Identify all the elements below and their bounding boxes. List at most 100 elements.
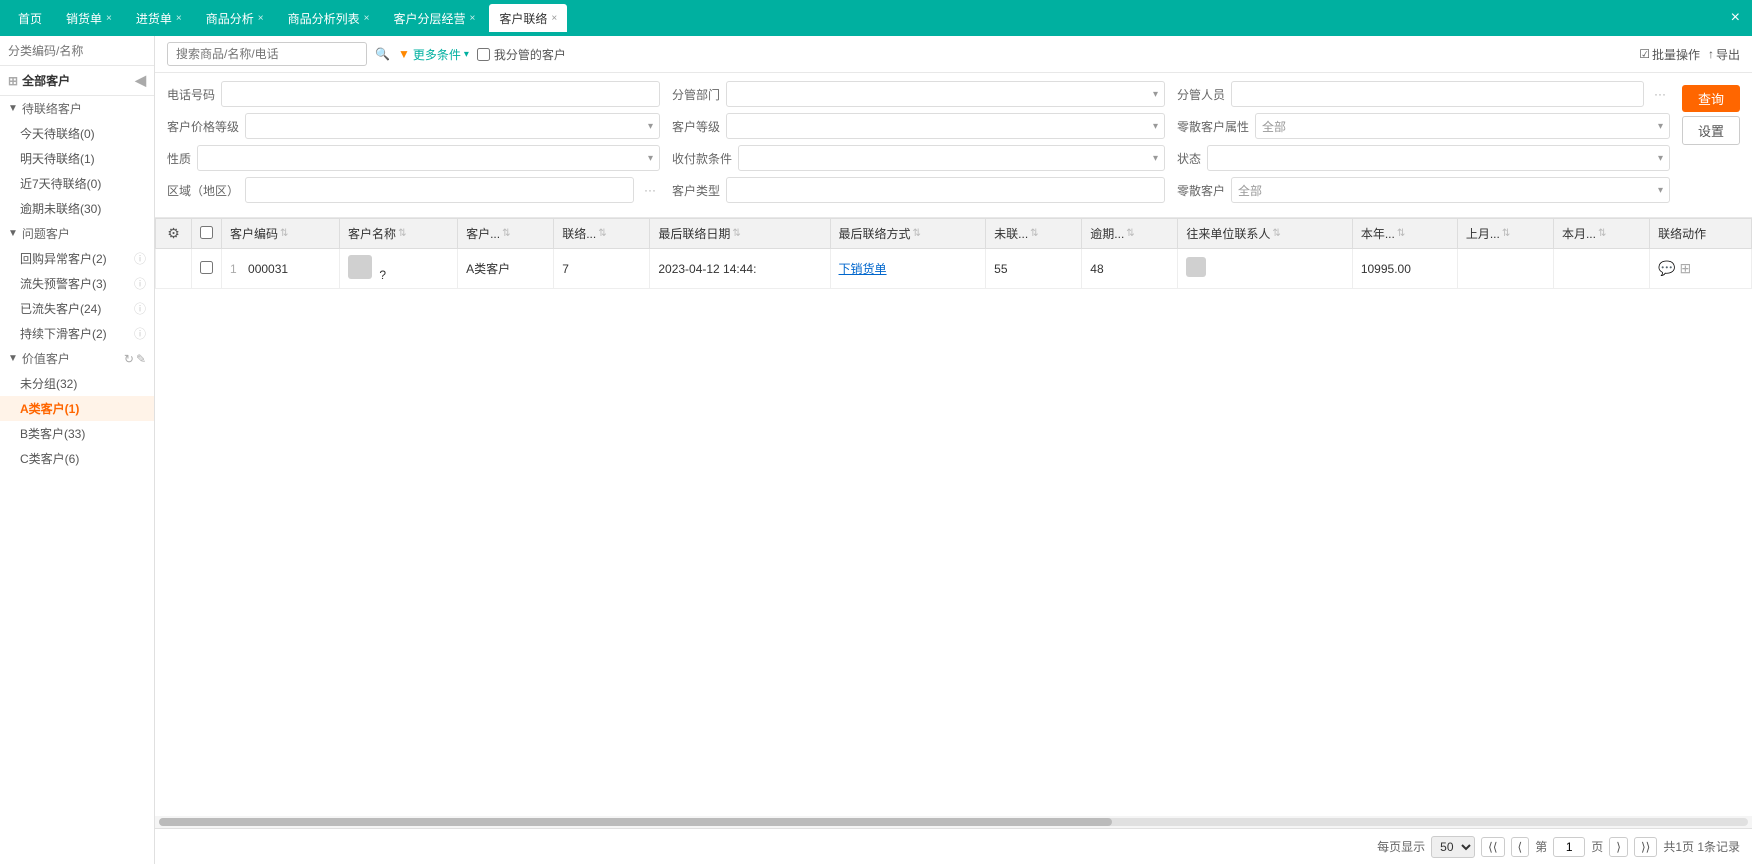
sidebar-collapse-btn[interactable]: ◀ xyxy=(135,72,146,89)
sidebar-header: ⊞ 全部客户 ◀ xyxy=(0,66,154,96)
cust-grade-select[interactable]: ▾ xyxy=(726,113,1165,139)
nav-home[interactable]: 首页 xyxy=(8,4,52,32)
th-action: 联络动作 xyxy=(1650,219,1752,249)
sidebar-item-b-class[interactable]: B类客户(33) xyxy=(0,421,154,446)
filter-search-input[interactable] xyxy=(167,42,367,66)
phone-input[interactable] xyxy=(221,81,660,107)
th-last-date: 最后联络日期 ⇅ xyxy=(650,219,830,249)
chevron-retail-icon: ▾ xyxy=(1658,121,1663,132)
sidebar-item-churn-warning[interactable]: 流失预警客户(3) ⓘ xyxy=(0,271,154,296)
nav-analysis[interactable]: 商品分析 × xyxy=(196,4,274,32)
filter-search-icon[interactable]: 🔍 xyxy=(375,47,390,61)
retail-attr-select[interactable]: 全部 ▾ xyxy=(1255,113,1670,139)
close-contact-icon[interactable]: × xyxy=(551,13,557,24)
nav-purchase[interactable]: 进货单 × xyxy=(126,4,192,32)
chat-action-icon[interactable]: 💬 xyxy=(1658,260,1675,277)
query-btn[interactable]: 查询 xyxy=(1682,85,1740,112)
window-close-btn[interactable]: × xyxy=(1727,5,1744,31)
th-this-month: 本月... ⇅ xyxy=(1553,219,1649,249)
payment-select[interactable]: ▾ xyxy=(738,145,1165,171)
more-conditions-btn[interactable]: ▼ 更多条件 ▾ xyxy=(398,46,469,63)
per-page-select[interactable]: 50 xyxy=(1431,836,1475,858)
sidebar-search-input[interactable] xyxy=(8,44,155,58)
close-tier-icon[interactable]: × xyxy=(469,13,475,24)
sidebar-item-ungrouped[interactable]: 未分组(32) xyxy=(0,371,154,396)
horizontal-scrollbar[interactable] xyxy=(155,816,1752,828)
row-check-cell[interactable] xyxy=(192,249,222,289)
section-problem-title[interactable]: ▼ 问题客户 xyxy=(0,221,154,246)
close-analysis-icon[interactable]: × xyxy=(258,13,264,24)
export-btn[interactable]: ↑ 导出 xyxy=(1708,46,1740,63)
my-customers-checkbox[interactable] xyxy=(477,48,490,61)
edit-icon[interactable]: ✎ xyxy=(136,352,146,366)
sidebar-item-churned[interactable]: 已流失客户(24) ⓘ xyxy=(0,296,154,321)
section-value: ▼ 价值客户 ↻ ✎ 未分组(32) A类客户(1) B类客户(33) C类客户… xyxy=(0,346,154,471)
select-all-checkbox[interactable] xyxy=(200,226,213,239)
settings-btn[interactable]: 设置 xyxy=(1682,116,1740,145)
row-name-cell: ? xyxy=(340,249,458,289)
price-grade-select[interactable]: ▾ xyxy=(245,113,660,139)
first-page-btn[interactable]: ⟨⟨ xyxy=(1481,837,1504,857)
filter-buttons: 查询 设置 xyxy=(1682,81,1740,209)
th-check[interactable] xyxy=(192,219,222,249)
row-no-contact-cell: 55 xyxy=(986,249,1082,289)
status-select[interactable]: ▾ xyxy=(1207,145,1670,171)
sidebar-item-overdue[interactable]: 逾期未联络(30) xyxy=(0,196,154,221)
sidebar-item-declining[interactable]: 持续下滑客户(2) ⓘ xyxy=(0,321,154,346)
close-sales-icon[interactable]: × xyxy=(106,13,112,24)
nav-sales[interactable]: 销货单 × xyxy=(56,4,122,32)
sort-overdue-icon: ⇅ xyxy=(1126,228,1134,239)
scrollbar-thumb[interactable] xyxy=(159,818,1112,826)
th-overdue: 逾期... ⇅ xyxy=(1082,219,1178,249)
nav-customer-contact[interactable]: 客户联络 × xyxy=(489,4,567,32)
row-settings-cell xyxy=(156,249,192,289)
sidebar-item-7days[interactable]: 近7天待联络(0) xyxy=(0,171,154,196)
manager-dots-btn[interactable]: ··· xyxy=(1650,85,1670,103)
batch-op-btn[interactable]: ☑ 批量操作 xyxy=(1639,46,1700,63)
sidebar-item-repurchase[interactable]: 回购异常客户(2) ⓘ xyxy=(0,246,154,271)
sort-cp-icon: ⇅ xyxy=(1272,228,1280,239)
settings-gear-icon[interactable]: ⚙ xyxy=(167,225,180,241)
method-link[interactable]: 下销货单 xyxy=(839,262,887,276)
sidebar-item-today[interactable]: 今天待联络(0) xyxy=(0,121,154,146)
row-checkbox[interactable] xyxy=(200,261,213,274)
refresh-icon[interactable]: ↻ xyxy=(124,352,134,366)
region-dots-btn[interactable]: ··· xyxy=(640,181,660,199)
my-customers-checkbox-label[interactable]: 我分管的客户 xyxy=(477,46,566,63)
manager-input[interactable] xyxy=(1231,81,1644,107)
dept-select[interactable]: ▾ xyxy=(726,81,1165,107)
page-input[interactable] xyxy=(1553,837,1585,857)
adv-filter-row-2: 客户价格等级 ▾ 客户等级 ▾ xyxy=(167,113,1670,139)
sort-this-month-icon: ⇅ xyxy=(1598,228,1606,239)
th-settings[interactable]: ⚙ xyxy=(156,219,192,249)
region-input[interactable] xyxy=(245,177,634,203)
nav-analysis-list[interactable]: 商品分析列表 × xyxy=(278,4,380,32)
info-icon2: ⓘ xyxy=(134,275,146,292)
sidebar-item-a-class[interactable]: A类客户(1) xyxy=(0,396,154,421)
section-value-title[interactable]: ▼ 价值客户 ↻ ✎ xyxy=(0,346,154,371)
close-purchase-icon[interactable]: × xyxy=(176,13,182,24)
row-overdue-cell: 48 xyxy=(1082,249,1178,289)
last-page-btn[interactable]: ⟩⟩ xyxy=(1634,837,1657,857)
cust-type-input[interactable] xyxy=(726,177,1165,203)
close-analysis-list-icon[interactable]: × xyxy=(364,13,370,24)
info-icon3: ⓘ xyxy=(134,300,146,317)
retail-cust-select[interactable]: 全部 ▾ xyxy=(1231,177,1670,203)
contact-person-avatar xyxy=(1186,257,1206,277)
sidebar-item-tomorrow[interactable]: 明天待联络(1) xyxy=(0,146,154,171)
th-last-method: 最后联络方式 ⇅ xyxy=(830,219,986,249)
filter-cell-price-grade: 客户价格等级 ▾ xyxy=(167,113,660,139)
prev-page-btn[interactable]: ⟨ xyxy=(1511,837,1530,857)
sidebar-item-c-class[interactable]: C类客户(6) xyxy=(0,446,154,471)
adv-filter-row-1: 电话号码 分管部门 ▾ 分管人员 xyxy=(167,81,1670,107)
nature-select[interactable]: ▾ xyxy=(197,145,660,171)
row-date-cell: 2023-04-12 14:44: xyxy=(650,249,830,289)
th-type: 客户... ⇅ xyxy=(458,219,554,249)
section-pending-title[interactable]: ▼ 待联络客户 xyxy=(0,96,154,121)
grid-action-icon[interactable]: ⊞ xyxy=(1680,260,1692,277)
nav-customer-tier[interactable]: 客户分层经营 × xyxy=(383,4,485,32)
scrollbar-track xyxy=(159,818,1748,826)
next-page-btn[interactable]: ⟩ xyxy=(1609,837,1628,857)
row-year-cell: 10995.00 xyxy=(1352,249,1457,289)
sidebar-root-label: 全部客户 xyxy=(22,72,70,89)
